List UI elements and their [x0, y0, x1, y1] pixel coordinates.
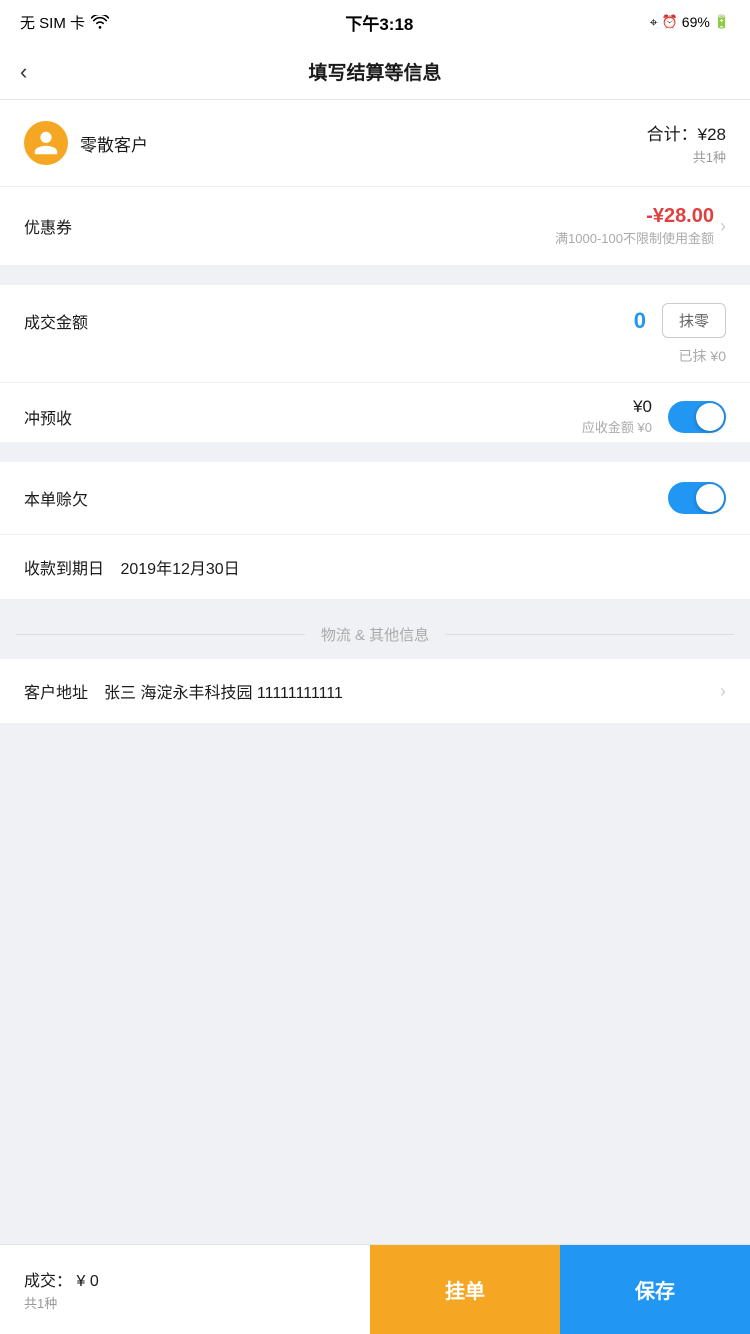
debit-toggle-knob: [696, 484, 724, 512]
battery-text: 69%: [682, 14, 710, 30]
customer-name: 零散客户: [80, 131, 148, 156]
nav-bar: ‹ 填写结算等信息: [0, 44, 750, 100]
customer-left: 零散客户: [24, 121, 148, 165]
item-count: 共1种: [647, 147, 726, 166]
prepay-row: 冲预收 ¥0 应收金额 ¥0: [0, 382, 750, 442]
logistics-title: 物流 & 其他信息: [321, 624, 429, 645]
section-divider-1: [0, 275, 750, 285]
wifi-icon: [91, 15, 109, 29]
address-label: 客户地址: [24, 679, 88, 703]
prepay-value: ¥0: [582, 397, 652, 417]
debit-row: 本单赊欠: [0, 462, 750, 534]
customer-row: 零散客户 合计：¥28 共1种: [0, 100, 750, 186]
save-button[interactable]: 保存: [560, 1245, 750, 1334]
transaction-section: 成交金额 0 抹零 已抹 ¥0 冲预收 ¥0 应收金额 ¥0: [0, 285, 750, 442]
bottom-bar: 成交： ¥ 0 共1种 挂单 保存: [0, 1244, 750, 1334]
prepay-right: ¥0 应收金额 ¥0: [582, 397, 726, 436]
debit-label: 本单赊欠: [24, 486, 88, 510]
debit-section: 本单赊欠 收款到期日 2019年12月30日: [0, 462, 750, 599]
amount-right: 0 抹零: [634, 303, 726, 338]
page-title: 填写结算等信息: [308, 58, 441, 85]
bottom-spacer: [0, 733, 750, 853]
status-bar: 无 SIM 卡 下午3:18 ⌖ ⏰ 69% 🔋: [0, 0, 750, 44]
logistics-line-left: [16, 634, 305, 635]
coupon-amount: -¥28.00: [555, 205, 714, 228]
status-time: 下午3:18: [345, 10, 413, 35]
address-chevron-icon: ›: [720, 681, 726, 702]
battery-icon: 🔋: [714, 14, 730, 30]
total-amount: 合计：¥28: [647, 120, 726, 145]
back-button[interactable]: ‹: [20, 59, 27, 85]
amount-row: 成交金额 0 抹零: [0, 285, 750, 346]
address-value: 张三 海淀永丰科技园 11111111111: [104, 679, 720, 703]
coupon-row[interactable]: 优惠券 -¥28.00 满1000-100不限制使用金额 ›: [0, 186, 750, 265]
deal-label: 成交：: [24, 1273, 72, 1290]
customer-right: 合计：¥28 共1种: [647, 120, 726, 166]
alarm-icon: ⏰: [662, 14, 678, 30]
chevron-right-icon: ›: [720, 216, 726, 237]
toggle-knob: [696, 403, 724, 431]
date-value: 2019年12月30日: [120, 561, 239, 578]
coupon-desc: 满1000-100不限制使用金额: [555, 228, 714, 247]
amount-sub-text: 已抹 ¥0: [0, 346, 750, 382]
bottom-count: 共1种: [24, 1293, 346, 1312]
deal-value: ¥ 0: [76, 1273, 98, 1290]
address-row[interactable]: 客户地址 张三 海淀永丰科技园 11111111111 ›: [0, 659, 750, 723]
round-off-button[interactable]: 抹零: [662, 303, 726, 338]
date-row[interactable]: 收款到期日 2019年12月30日: [0, 534, 750, 599]
prepay-toggle[interactable]: [668, 401, 726, 433]
status-right: ⌖ ⏰ 69% 🔋: [650, 14, 730, 31]
no-sim-text: 无 SIM 卡: [20, 12, 85, 33]
user-icon: [32, 129, 60, 157]
avatar: [24, 121, 68, 165]
prepay-amounts: ¥0 应收金额 ¥0: [582, 397, 652, 436]
prepay-sub: 应收金额 ¥0: [582, 417, 652, 436]
status-left: 无 SIM 卡: [20, 12, 109, 33]
hold-button[interactable]: 挂单: [370, 1245, 560, 1334]
address-section: 客户地址 张三 海淀永丰科技园 11111111111 ›: [0, 659, 750, 723]
customer-section: 零散客户 合计：¥28 共1种 优惠券 -¥28.00 满1000-100不限制…: [0, 100, 750, 265]
bottom-deal: 成交： ¥ 0: [24, 1267, 346, 1291]
bottom-info: 成交： ¥ 0 共1种: [0, 1267, 370, 1312]
section-divider-2: [0, 452, 750, 462]
logistics-line-right: [445, 634, 734, 635]
coupon-text: -¥28.00 满1000-100不限制使用金额: [555, 205, 714, 247]
date-label: 收款到期日: [24, 561, 104, 578]
coupon-right: -¥28.00 满1000-100不限制使用金额 ›: [555, 205, 726, 247]
amount-label: 成交金额: [24, 309, 88, 333]
logistics-header: 物流 & 其他信息: [0, 609, 750, 659]
location-icon: ⌖: [650, 14, 658, 31]
coupon-label: 优惠券: [24, 214, 72, 238]
amount-value[interactable]: 0: [634, 308, 646, 334]
debit-toggle[interactable]: [668, 482, 726, 514]
prepay-label: 冲预收: [24, 405, 72, 429]
